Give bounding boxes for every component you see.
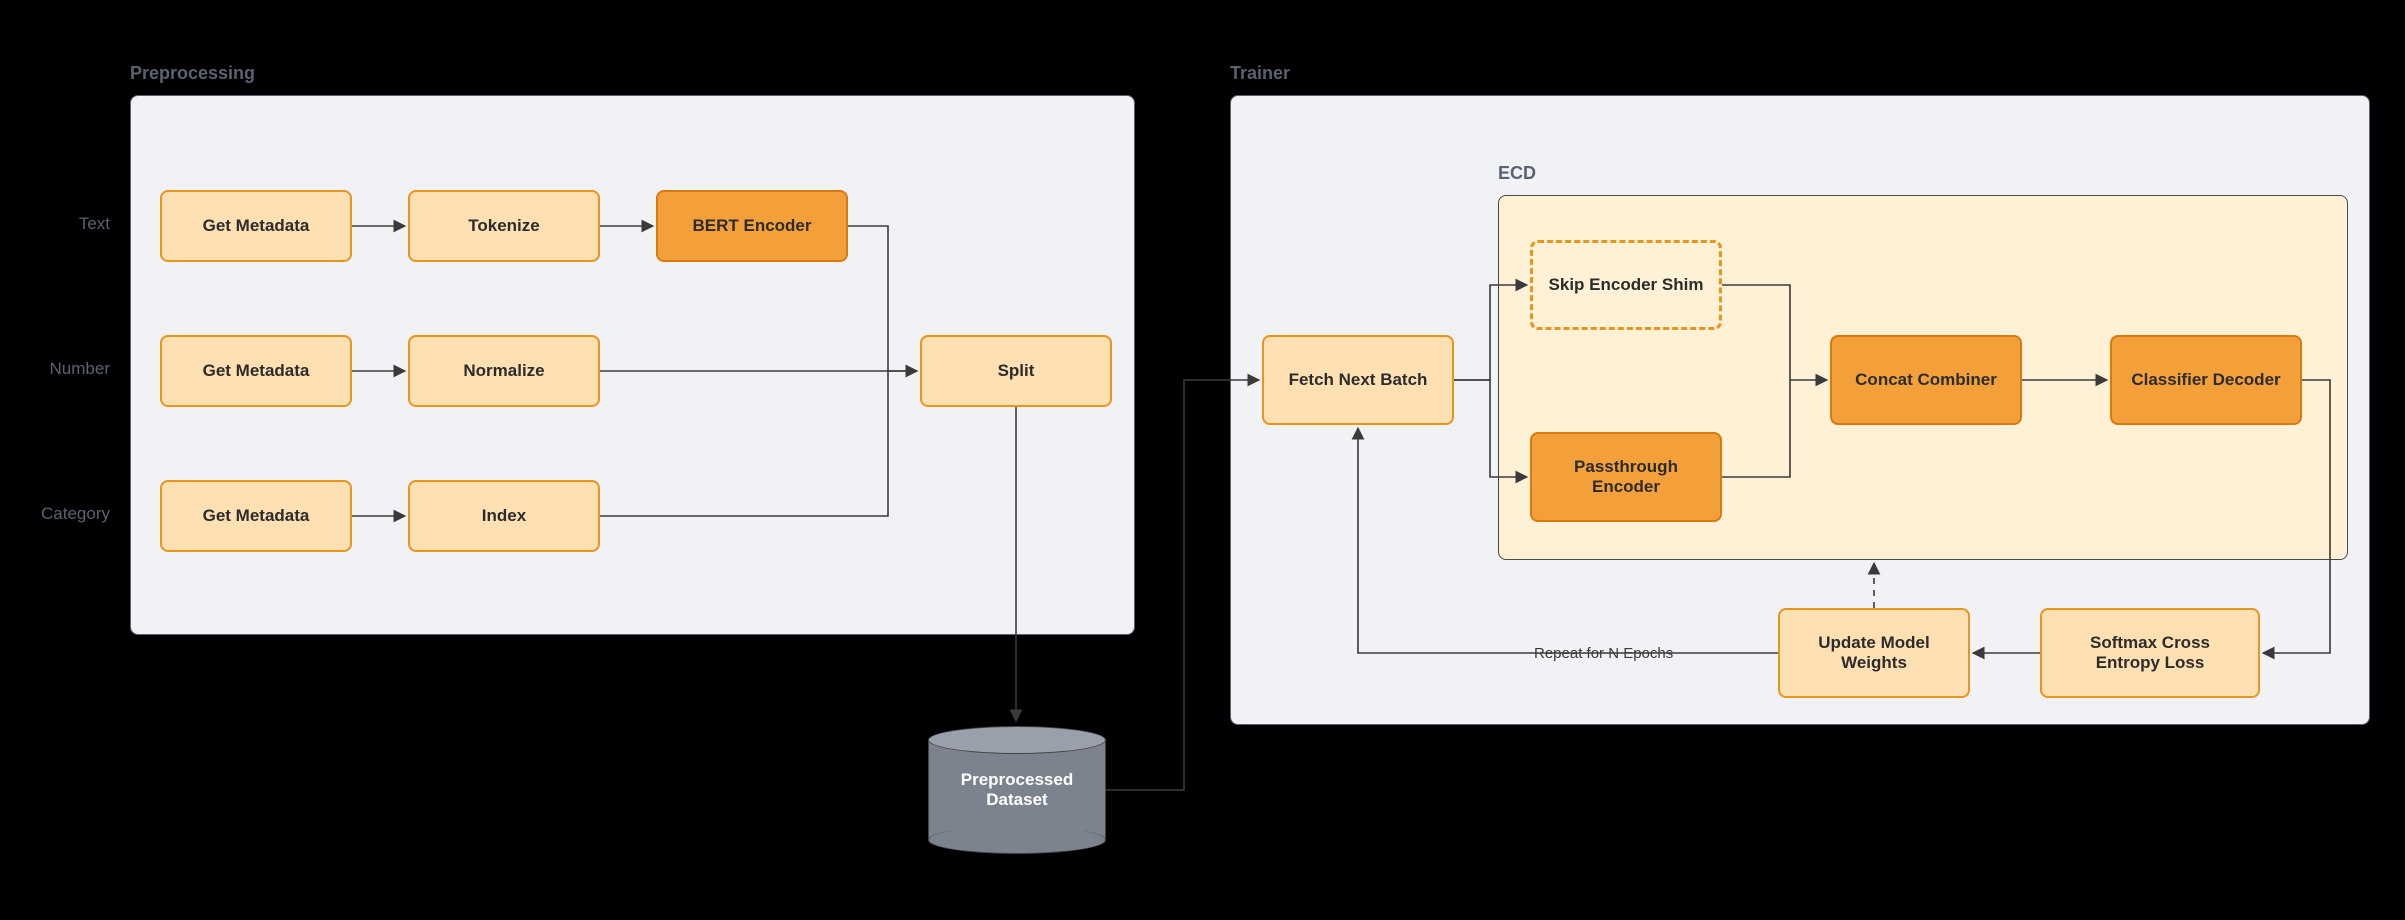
- node-number-metadata: Get Metadata: [160, 335, 352, 407]
- node-concat-combiner: Concat Combiner: [1830, 335, 2022, 425]
- node-loss: Softmax Cross Entropy Loss: [2040, 608, 2260, 698]
- row-label-category: Category: [30, 504, 110, 524]
- node-text-metadata: Get Metadata: [160, 190, 352, 262]
- row-label-text: Text: [30, 214, 110, 234]
- node-category-index: Index: [408, 480, 600, 552]
- preprocessing-title: Preprocessing: [130, 63, 255, 84]
- node-split: Split: [920, 335, 1112, 407]
- node-classifier-decoder: Classifier Decoder: [2110, 335, 2302, 425]
- node-number-normalize: Normalize: [408, 335, 600, 407]
- node-passthrough-encoder: Passthrough Encoder: [1530, 432, 1722, 522]
- node-text-bert: BERT Encoder: [656, 190, 848, 262]
- node-fetch-batch: Fetch Next Batch: [1262, 335, 1454, 425]
- trainer-title: Trainer: [1230, 63, 1290, 84]
- node-category-metadata: Get Metadata: [160, 480, 352, 552]
- node-update-weights: Update Model Weights: [1778, 608, 1970, 698]
- node-skip-encoder: Skip Encoder Shim: [1530, 240, 1722, 330]
- cylinder-dataset: Preprocessed Dataset: [928, 740, 1106, 840]
- ecd-title: ECD: [1498, 163, 1536, 184]
- edge-label-repeat: Repeat for N Epochs: [1530, 645, 1677, 662]
- diagram-root: Preprocessing Text Number Category Get M…: [0, 0, 2405, 920]
- node-text-tokenize: Tokenize: [408, 190, 600, 262]
- cylinder-label: Preprocessed Dataset: [929, 770, 1105, 811]
- row-label-number: Number: [30, 359, 110, 379]
